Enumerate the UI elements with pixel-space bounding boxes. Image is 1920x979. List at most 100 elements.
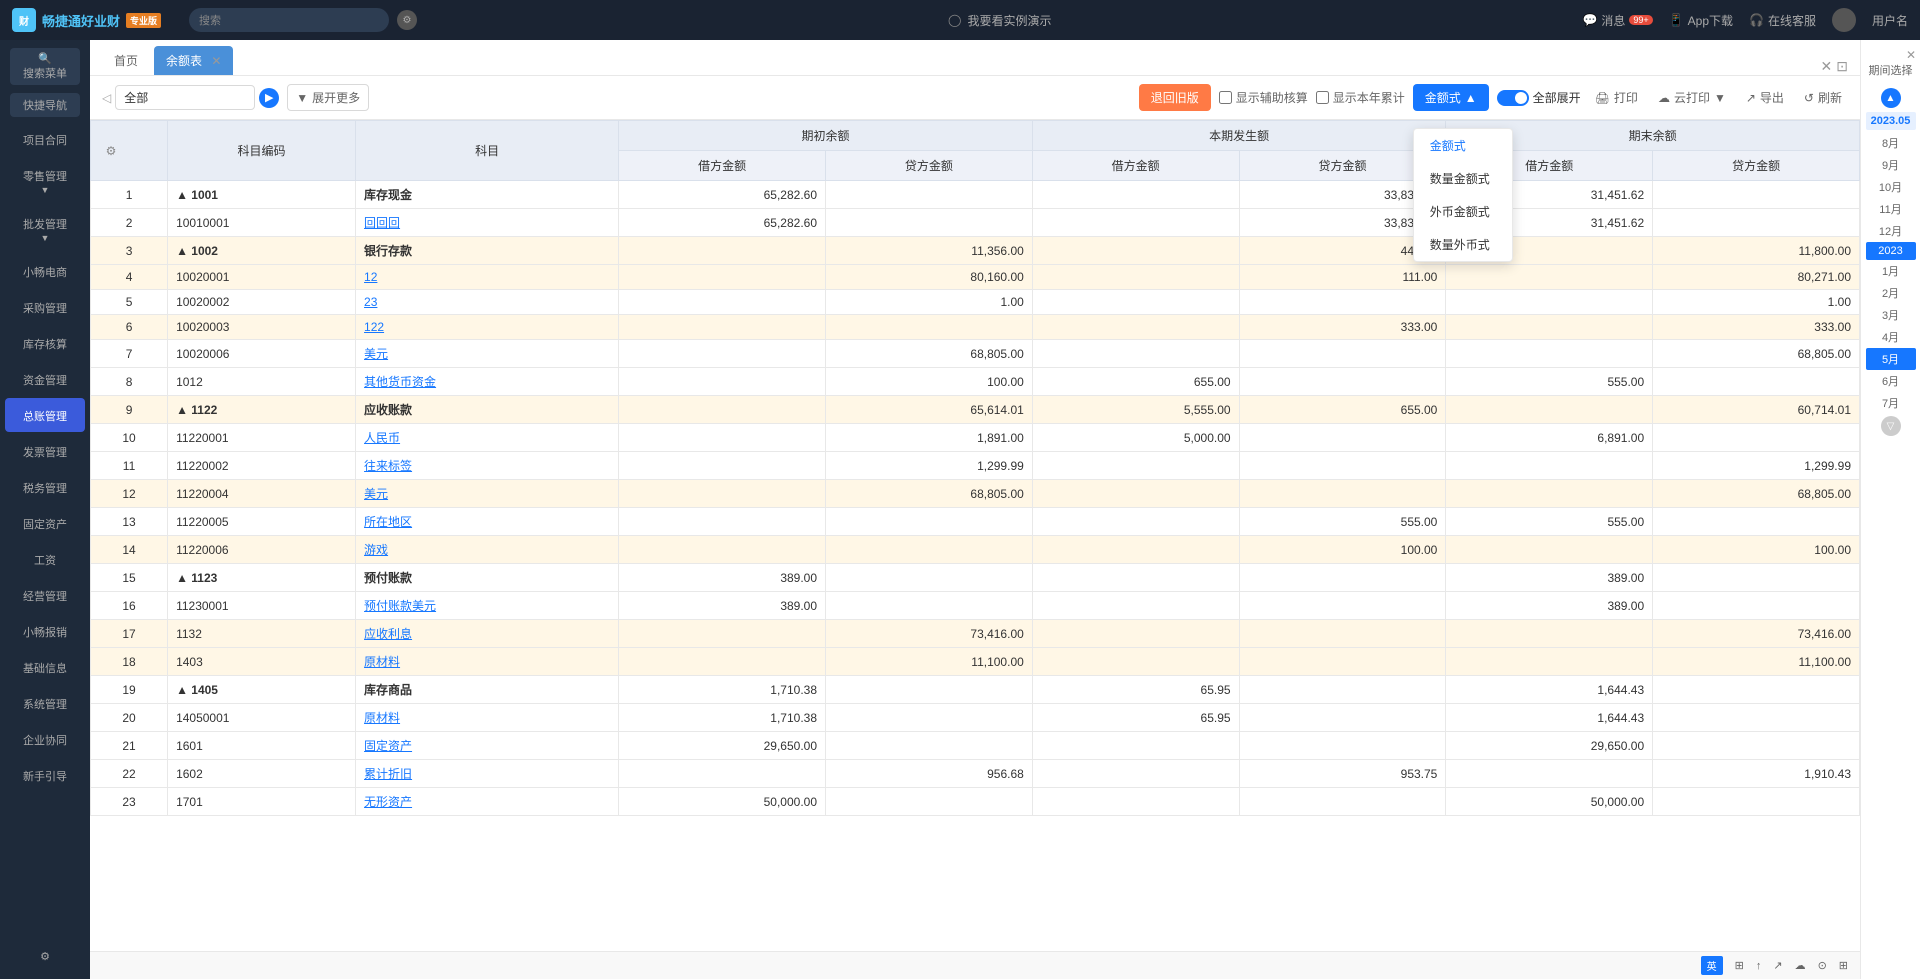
settings-top-icon[interactable]: ⚙ (397, 10, 417, 30)
cell-subject[interactable]: 无形资产 (356, 788, 619, 816)
pro-badge: 专业版 (126, 13, 161, 28)
dropdown-item-amount[interactable]: 金额式 (1414, 129, 1512, 162)
sidebar-item-project[interactable]: 项目合同 (5, 122, 85, 156)
cell-subject[interactable]: 回回回 (356, 209, 619, 237)
refresh-btn[interactable]: ↺ 刷新 (1798, 85, 1848, 110)
sidebar-item-salary[interactable]: 工资 (5, 542, 85, 576)
period-up-btn[interactable]: ▲ (1881, 88, 1901, 108)
sidebar-search-btn[interactable]: 🔍 搜索菜单 (10, 48, 80, 85)
table-settings-icon[interactable]: ⚙ (99, 139, 123, 163)
period-down-btn[interactable]: ▽ (1881, 416, 1901, 436)
sidebar-item-system[interactable]: 系统管理 (5, 686, 85, 720)
period-7[interactable]: 7月 (1866, 392, 1916, 414)
sidebar-item-guide[interactable]: 新手引导 (5, 758, 85, 792)
expand-all-toggle[interactable]: 全部展开 (1497, 89, 1581, 106)
period-year-2023[interactable]: 2023 (1866, 242, 1916, 260)
export-btn[interactable]: ↗ 导出 (1740, 85, 1790, 110)
cell-subject[interactable]: 122 (356, 315, 619, 340)
cell-subject[interactable]: 往来标签 (356, 452, 619, 480)
period-8[interactable]: 8月 (1866, 132, 1916, 154)
auxiliary-checkbox[interactable] (1219, 91, 1232, 104)
cell-subject[interactable]: 人民币 (356, 424, 619, 452)
sidebar-item-collab[interactable]: 企业协同 (5, 722, 85, 756)
cell-cb-debit: 1,644.43 (1446, 704, 1653, 732)
cell-subject[interactable]: 12 (356, 265, 619, 290)
cell-ob-credit: 1,299.99 (826, 452, 1033, 480)
tab-bar: 首页 余额表 ✕ ✕ ⊡ (90, 40, 1860, 76)
cloud-print-btn[interactable]: ☁ 云打印 ▼ (1652, 85, 1732, 110)
cell-subject[interactable]: 固定资产 (356, 732, 619, 760)
prev-icon[interactable]: ◁ (102, 91, 111, 105)
sidebar-item-invoice[interactable]: 发票管理 (5, 434, 85, 468)
sidebar-settings-btn[interactable]: ⚙ (5, 942, 85, 971)
period-10[interactable]: 10月 (1866, 176, 1916, 198)
sidebar-item-capital[interactable]: 资金管理 (5, 362, 85, 396)
period-12[interactable]: 12月 (1866, 220, 1916, 242)
bottom-icon-1[interactable]: ⊞ (1735, 959, 1744, 972)
period-3[interactable]: 3月 (1866, 304, 1916, 326)
cell-cb-credit: 1.00 (1653, 290, 1860, 315)
sidebar-item-basic[interactable]: 基础信息 (5, 650, 85, 684)
period-1[interactable]: 1月 (1866, 260, 1916, 282)
search-input-box[interactable]: 全部 (115, 85, 255, 110)
app-download-btn[interactable]: 📱 App下载 (1669, 12, 1733, 29)
sidebar-item-expense[interactable]: 小畅报销 (5, 614, 85, 648)
period-11[interactable]: 11月 (1866, 198, 1916, 220)
bottom-icon-2[interactable]: ↑ (1756, 960, 1762, 972)
bottom-icon-6[interactable]: ⊞ (1839, 959, 1848, 972)
view-mode-btn[interactable]: 金额式 ▲ (1413, 84, 1489, 111)
cell-cb-credit: 73,416.00 (1653, 620, 1860, 648)
tab-home[interactable]: 首页 (102, 46, 150, 75)
sidebar-item-purchase[interactable]: 采购管理 (5, 290, 85, 324)
cell-subject[interactable]: 预付账款美元 (356, 592, 619, 620)
demo-link[interactable]: 我要看实例演示 (967, 12, 1051, 29)
sidebar-quicknav-btn[interactable]: 快捷导航 (10, 93, 80, 117)
sidebar-item-ledger[interactable]: 总账管理 (5, 398, 85, 432)
bottom-icon-5[interactable]: ⊙ (1818, 959, 1827, 972)
sidebar-item-ecommerce[interactable]: 小畅电商 (5, 254, 85, 288)
tab-maximize[interactable]: ⊡ (1836, 58, 1848, 75)
cell-subject[interactable]: 美元 (356, 480, 619, 508)
expand-more-btn[interactable]: ▼ 展开更多 (287, 84, 369, 111)
message-btn[interactable]: 💬 消息 99+ (1582, 12, 1652, 29)
panel-close-btn[interactable]: ✕ (1906, 48, 1920, 62)
online-service-btn[interactable]: 🎧 在线客服 (1749, 12, 1816, 29)
dropdown-item-qty-amount[interactable]: 数量金额式 (1414, 162, 1512, 195)
cell-subject[interactable]: 应收利息 (356, 620, 619, 648)
search-arrow-btn[interactable]: ▶ (259, 88, 279, 108)
cell-subject[interactable]: 所在地区 (356, 508, 619, 536)
cell-subject[interactable]: 原材料 (356, 704, 619, 732)
sidebar-item-retail[interactable]: 零售管理 ▼ (5, 158, 85, 204)
sidebar-item-assets[interactable]: 固定资产 (5, 506, 85, 540)
dropdown-item-qty-foreign[interactable]: 数量外币式 (1414, 228, 1512, 261)
period-4[interactable]: 4月 (1866, 326, 1916, 348)
ytd-checkbox[interactable] (1316, 91, 1329, 104)
lang-switch-btn[interactable]: 英 (1701, 956, 1723, 975)
cell-ob-credit (826, 536, 1033, 564)
tab-balance[interactable]: 余额表 ✕ (154, 46, 233, 75)
period-9[interactable]: 9月 (1866, 154, 1916, 176)
cell-subject[interactable]: 其他货币资金 (356, 368, 619, 396)
bottom-icon-3[interactable]: ↗ (1773, 959, 1782, 972)
period-5[interactable]: 5月 (1866, 348, 1916, 370)
print-btn[interactable]: 🖨 打印 (1589, 85, 1644, 110)
dropdown-item-foreign-amount[interactable]: 外币金额式 (1414, 195, 1512, 228)
cell-subject[interactable]: 美元 (356, 340, 619, 368)
cell-subject[interactable]: 原材料 (356, 648, 619, 676)
tab-close-icon[interactable]: ✕ (211, 54, 221, 68)
sidebar-item-wholesale[interactable]: 批发管理 ▼ (5, 206, 85, 252)
tab-window-close[interactable]: ✕ (1821, 58, 1833, 75)
cell-subject[interactable]: 23 (356, 290, 619, 315)
user-avatar[interactable] (1832, 8, 1856, 32)
toggle-switch[interactable] (1497, 90, 1529, 106)
bottom-icon-4[interactable]: ☁ (1795, 959, 1806, 972)
sidebar-item-inventory[interactable]: 库存核算 (5, 326, 85, 360)
period-2[interactable]: 2月 (1866, 282, 1916, 304)
period-2023-05-start[interactable]: 2023.05 (1866, 112, 1916, 130)
cell-subject[interactable]: 累计折旧 (356, 760, 619, 788)
sidebar-item-tax[interactable]: 税务管理 (5, 470, 85, 504)
sidebar-item-operation[interactable]: 经营管理 (5, 578, 85, 612)
return-old-btn[interactable]: 退回旧版 (1139, 84, 1211, 111)
period-6[interactable]: 6月 (1866, 370, 1916, 392)
cell-subject[interactable]: 游戏 (356, 536, 619, 564)
